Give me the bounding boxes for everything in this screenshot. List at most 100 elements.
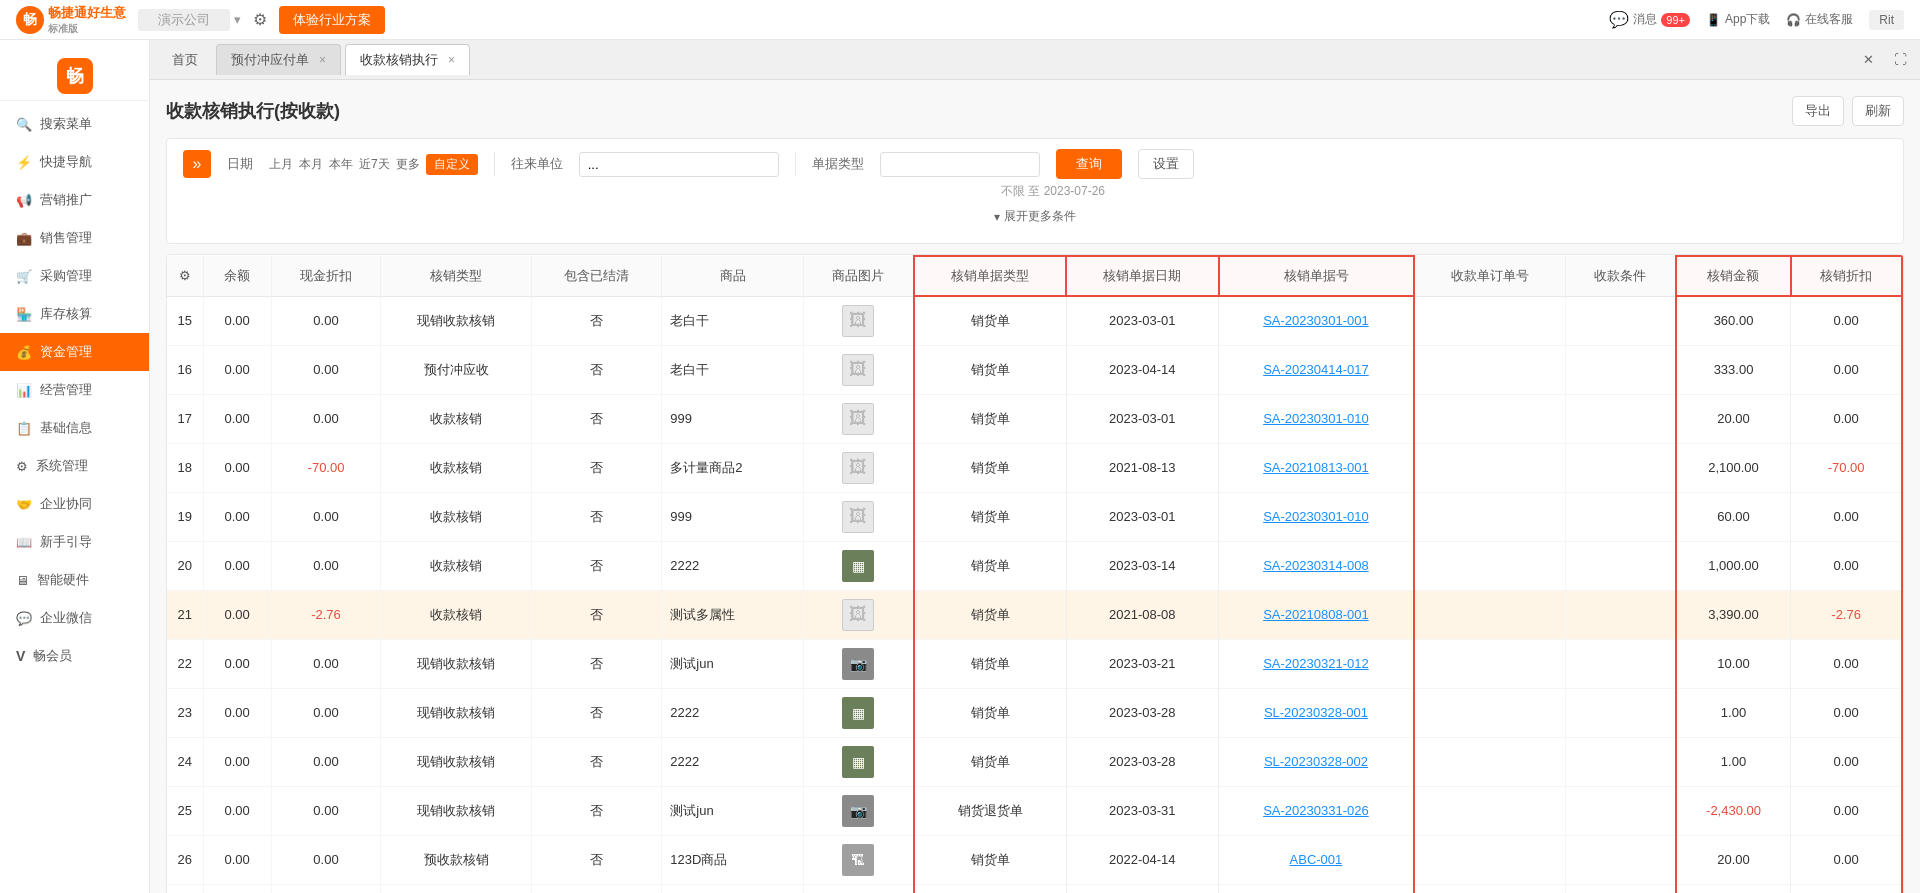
cell-bill-no[interactable]: SA-20230321-012: [1219, 639, 1414, 688]
service-icon: 🎧: [1786, 13, 1801, 27]
cell-bill-date: 2023-04-14: [1066, 345, 1218, 394]
date-more[interactable]: 更多: [396, 156, 420, 173]
tab-writeoff[interactable]: 收款核销执行 ×: [345, 44, 470, 75]
expand-btn[interactable]: ▾ 展开更多条件: [994, 208, 1076, 225]
sidebar-label-inventory: 库存核算: [40, 305, 92, 323]
cell-order-no: [1414, 394, 1566, 443]
filter-settings-btn[interactable]: 设置: [1138, 149, 1194, 179]
cell-amount: 100.00: [1676, 884, 1791, 893]
cell-settled: 否: [532, 296, 662, 345]
sidebar-label-wechat: 企业微信: [40, 609, 92, 627]
sidebar-item-nav[interactable]: ⚡ 快捷导航: [0, 143, 149, 181]
cell-writeoff: -70.00: [1791, 443, 1902, 492]
cell-bill-no[interactable]: SA-20230301-010: [1219, 394, 1414, 443]
sidebar-item-hardware[interactable]: 🖥 智能硬件: [0, 561, 149, 599]
partner-input[interactable]: [579, 152, 779, 177]
cell-product-img: ▦: [803, 737, 913, 786]
tab-prepay-label: 预付冲应付单: [231, 51, 309, 69]
date-custom[interactable]: 自定义: [426, 154, 478, 175]
cell-type: 预付冲应收: [381, 345, 532, 394]
cell-condition: [1565, 590, 1675, 639]
cell-product-img: ▦: [803, 688, 913, 737]
cell-condition: [1565, 737, 1675, 786]
expand-window-icon[interactable]: ⛶: [1888, 48, 1912, 72]
cell-condition: [1565, 443, 1675, 492]
cell-bill-no[interactable]: SA-20230331-026: [1219, 786, 1414, 835]
date-this-month[interactable]: 本月: [299, 156, 323, 173]
cell-bill-no[interactable]: SL-20230328-002: [1219, 737, 1414, 786]
bill-type-select[interactable]: [880, 152, 1040, 177]
message-area[interactable]: 💬 消息 99+: [1609, 10, 1690, 29]
online-service[interactable]: 🎧 在线客服: [1786, 11, 1853, 28]
cell-bill-no[interactable]: SL-20230328-001: [1219, 688, 1414, 737]
cell-amount: 3,390.00: [1676, 590, 1791, 639]
cell-settled: 否: [532, 345, 662, 394]
search-btn[interactable]: 查询: [1056, 149, 1122, 179]
tab-prepay[interactable]: 预付冲应付单 ×: [216, 44, 341, 75]
sidebar-item-guide[interactable]: 📖 新手引导: [0, 523, 149, 561]
sidebar-item-wechat[interactable]: 💬 企业微信: [0, 599, 149, 637]
cell-balance: 0.00: [203, 492, 271, 541]
tab-prepay-close[interactable]: ×: [319, 53, 326, 67]
cell-bill-no[interactable]: SA-20210813-001: [1219, 443, 1414, 492]
cell-bill-no[interactable]: SA-20230301-010: [1219, 492, 1414, 541]
col-settings[interactable]: ⚙: [167, 256, 203, 296]
dropdown-icon: ▾: [234, 12, 241, 27]
col-condition: 收款条件: [1565, 256, 1675, 296]
cell-bill-no[interactable]: ABC-001: [1219, 835, 1414, 884]
settings-icon[interactable]: ⚙: [253, 10, 267, 29]
date-last-month[interactable]: 上月: [269, 156, 293, 173]
sidebar-item-collab[interactable]: 🤝 企业协同: [0, 485, 149, 523]
col-cash-discount: 现金折扣: [271, 256, 381, 296]
cell-order-no: [1414, 296, 1566, 345]
close-window-icon[interactable]: ✕: [1856, 48, 1880, 72]
date-this-year[interactable]: 本年: [329, 156, 353, 173]
trial-btn[interactable]: 体验行业方案: [279, 6, 385, 34]
date-7days[interactable]: 近7天: [359, 156, 390, 173]
cell-balance: 0.00: [203, 345, 271, 394]
refresh-btn[interactable]: 刷新: [1852, 96, 1904, 126]
member-icon: V: [16, 648, 25, 664]
sidebar-item-purchase[interactable]: 🛒 采购管理: [0, 257, 149, 295]
cell-settled: 否: [532, 884, 662, 893]
sidebar-item-finance[interactable]: 💰 资金管理: [0, 333, 149, 371]
table-row: 25 0.00 0.00 现销收款核销 否 测试jun 📷 销货退货单 2023…: [167, 786, 1902, 835]
cell-writeoff: 0.00: [1791, 394, 1902, 443]
cell-amount: 20.00: [1676, 835, 1791, 884]
cell-bill-no[interactable]: SA-20230314-008: [1219, 541, 1414, 590]
sidebar-item-basics[interactable]: 📋 基础信息: [0, 409, 149, 447]
cell-settled: 否: [532, 639, 662, 688]
table-row: 27 0.00 0.00 现销收款核销 否 衣服00001 🖼 销货单 2023…: [167, 884, 1902, 893]
cell-bill-no[interactable]: SA-20210808-001: [1219, 590, 1414, 639]
sidebar-item-sales[interactable]: 💼 销售管理: [0, 219, 149, 257]
sidebar-item-member[interactable]: V 畅会员: [0, 637, 149, 675]
cell-id: 23: [167, 688, 203, 737]
cell-id: 25: [167, 786, 203, 835]
cell-bill-no[interactable]: SL-20230408-001: [1219, 884, 1414, 893]
forward-btn[interactable]: »: [183, 150, 211, 178]
cell-writeoff: 0.00: [1791, 737, 1902, 786]
tab-home[interactable]: 首页: [158, 45, 212, 75]
sidebar-item-search[interactable]: 🔍 搜索菜单: [0, 105, 149, 143]
cell-bill-no[interactable]: SA-20230301-001: [1219, 296, 1414, 345]
user-name[interactable]: Rit: [1869, 10, 1904, 30]
tab-writeoff-close[interactable]: ×: [448, 53, 455, 67]
export-btn[interactable]: 导出: [1792, 96, 1844, 126]
sidebar-item-inventory[interactable]: 🏪 库存核算: [0, 295, 149, 333]
cell-settled: 否: [532, 737, 662, 786]
sidebar-item-marketing[interactable]: 📢 营销推广: [0, 181, 149, 219]
date-range-row: 不限 至 2023-07-26: [183, 179, 1887, 200]
sidebar-item-system[interactable]: ⚙ 系统管理: [0, 447, 149, 485]
cell-bill-type: 销货单: [914, 688, 1066, 737]
logo: 畅 畅捷通好生意 标准版: [16, 4, 126, 36]
cell-id: 24: [167, 737, 203, 786]
page-header: 收款核销执行(按收款) 导出 刷新: [166, 96, 1904, 126]
sidebar-item-operations[interactable]: 📊 经营管理: [0, 371, 149, 409]
inventory-icon: 🏪: [16, 307, 32, 322]
cell-product-img: 🖼: [803, 590, 913, 639]
app-download[interactable]: 📱 App下载: [1706, 11, 1770, 28]
company-selector[interactable]: 演示公司 ▾: [138, 9, 241, 31]
cell-product-img: 🖼: [803, 296, 913, 345]
cell-order-no: [1414, 590, 1566, 639]
cell-bill-no[interactable]: SA-20230414-017: [1219, 345, 1414, 394]
